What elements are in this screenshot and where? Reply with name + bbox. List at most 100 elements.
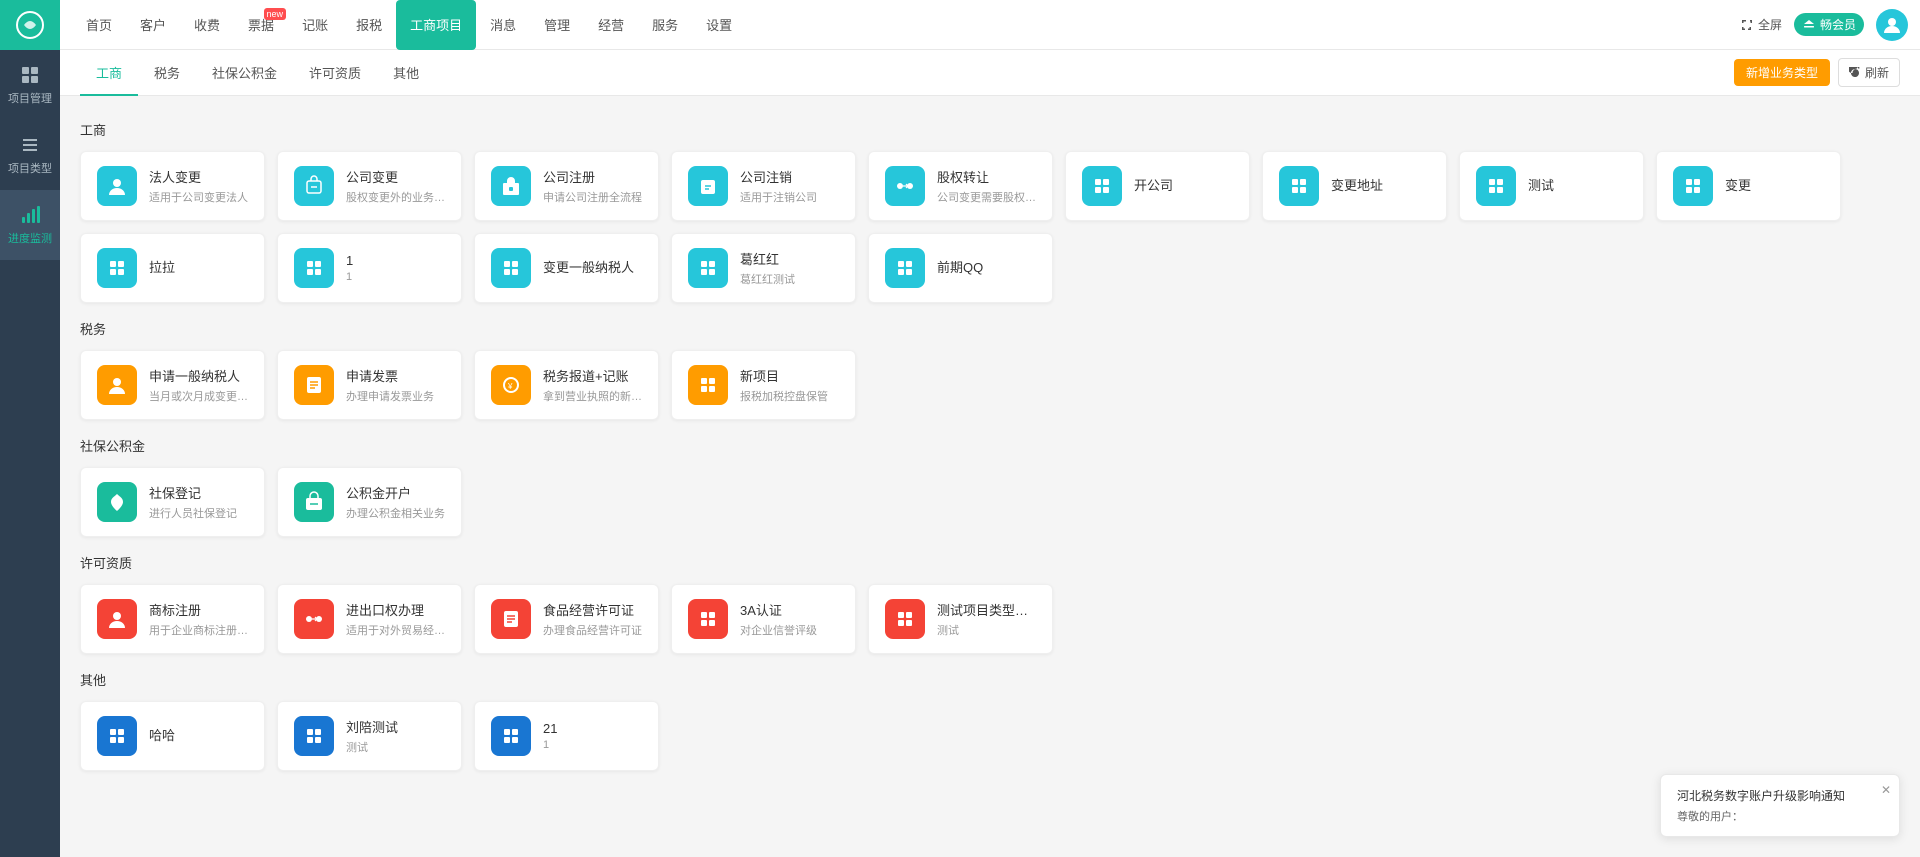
tab-shuiwu[interactable]: 税务 xyxy=(138,50,196,96)
card-title-change: 变更 xyxy=(1725,175,1824,194)
tab-bar: 工商 税务 社保公积金 许可资质 其他 新增业务类型 刷新 xyxy=(60,50,1920,96)
card-ge-honghong[interactable]: 葛红红 葛红红测试 xyxy=(671,233,856,303)
sidebar-item-progress-monitor[interactable]: 进度监测 xyxy=(0,190,60,260)
top-navigation: 首页 客户 收费 票据 new 记账 报税 工商项目 消息 管理 经营 服务 设… xyxy=(60,0,1920,50)
card-change-address[interactable]: 变更地址 xyxy=(1262,151,1447,221)
card-desc-food-license: 办理食品经营许可证 xyxy=(543,622,642,638)
card-icon-new-project xyxy=(688,365,728,405)
nav-home[interactable]: 首页 xyxy=(72,0,126,50)
card-icon-ge-honghong xyxy=(688,248,728,288)
content-area: 工商 税务 社保公积金 许可资质 其他 新增业务类型 刷新 工商 xyxy=(60,50,1920,857)
card-icon-legal-change xyxy=(97,166,137,206)
nav-settings[interactable]: 设置 xyxy=(692,0,746,50)
card-desc-apply-tax: 当月或次月成变更完成 xyxy=(149,388,248,404)
card-liupei-test[interactable]: 刘陪测试 测试 xyxy=(277,701,462,771)
card-title-company-cancel: 公司注销 xyxy=(740,167,839,186)
svg-text:¥: ¥ xyxy=(507,382,513,391)
card-title-twenty-one: 21 xyxy=(543,721,642,736)
tab-qita[interactable]: 其他 xyxy=(377,50,435,96)
nav-message[interactable]: 消息 xyxy=(476,0,530,50)
card-icon-apply-tax xyxy=(97,365,137,405)
card-import-export[interactable]: 进出口权办理 适用于对外贸易经营者 xyxy=(277,584,462,654)
card-test[interactable]: 测试 xyxy=(1459,151,1644,221)
refresh-button[interactable]: 刷新 xyxy=(1838,58,1900,87)
card-title-company-change: 公司变更 xyxy=(346,167,445,186)
nav-accounting[interactable]: 记账 xyxy=(288,0,342,50)
new-type-button[interactable]: 新增业务类型 xyxy=(1734,59,1830,86)
card-legal-change[interactable]: 法人变更 适用于公司变更法人 xyxy=(80,151,265,221)
card-social-register[interactable]: 社保登记 进行人员社保登记 xyxy=(80,467,265,537)
tab-actions: 新增业务类型 刷新 xyxy=(1734,58,1900,87)
card-company-register[interactable]: 公司注册 申请公司注册全流程 xyxy=(474,151,659,221)
card-desc-fund-open: 办理公积金相关业务 xyxy=(346,505,445,521)
card-test-type[interactable]: 测试项目类型自定义 测试 xyxy=(868,584,1053,654)
card-new-project[interactable]: 新项目 报税加税控盘保管 xyxy=(671,350,856,420)
card-one[interactable]: 1 1 xyxy=(277,233,462,303)
card-desc-one: 1 xyxy=(346,271,445,283)
nav-business[interactable]: 工商项目 xyxy=(396,0,476,50)
section-title-shuiwu: 税务 xyxy=(80,319,1900,338)
card-title-lala: 拉拉 xyxy=(149,257,248,276)
card-title-apply-invoice: 申请发票 xyxy=(346,366,445,385)
notification-close-button[interactable]: ✕ xyxy=(1881,783,1891,797)
card-title-tax-report: 税务报道+记账 xyxy=(543,366,642,385)
card-desc-company-cancel: 适用于注销公司 xyxy=(740,189,839,205)
card-title-open-company: 开公司 xyxy=(1134,175,1233,194)
card-change-tax[interactable]: 变更一般纳税人 xyxy=(474,233,659,303)
topnav-right: 全屏 畅会员 xyxy=(1740,9,1908,41)
card-haha[interactable]: 哈哈 xyxy=(80,701,265,771)
card-apply-invoice[interactable]: 申请发票 办理申请发票业务 xyxy=(277,350,462,420)
card-title-previous-qq: 前期QQ xyxy=(937,257,1036,276)
fullscreen-button[interactable]: 全屏 xyxy=(1740,16,1782,33)
nav-billing[interactable]: 收费 xyxy=(180,0,234,50)
card-icon-change-address xyxy=(1279,166,1319,206)
card-lala[interactable]: 拉拉 xyxy=(80,233,265,303)
card-desc-apply-invoice: 办理申请发票业务 xyxy=(346,388,445,404)
user-avatar[interactable] xyxy=(1876,9,1908,41)
card-icon-change xyxy=(1673,166,1713,206)
nav-invoice[interactable]: 票据 new xyxy=(234,0,288,50)
card-icon-haha xyxy=(97,716,137,756)
scroll-content: 工商 法人变更 适用于公司变更法人 xyxy=(60,96,1920,857)
card-food-license[interactable]: 食品经营许可证 办理食品经营许可证 xyxy=(474,584,659,654)
section-title-shebao: 社保公积金 xyxy=(80,436,1900,455)
card-company-cancel[interactable]: 公司注销 适用于注销公司 xyxy=(671,151,856,221)
card-desc-trademark: 用于企业商标注册服务 xyxy=(149,622,248,638)
notification-panel: ✕ 河北税务数字账户升级影响通知 尊敬的用户： xyxy=(1660,774,1900,837)
card-icon-test xyxy=(1476,166,1516,206)
member-button[interactable]: 畅会员 xyxy=(1794,13,1864,36)
cards-grid-xuke: 商标注册 用于企业商标注册服务 进出口权办理 适用于对外贸易经营者 xyxy=(80,584,1900,654)
tab-xuke[interactable]: 许可资质 xyxy=(293,50,377,96)
card-3a-cert[interactable]: 3A认证 对企业信誉评级 xyxy=(671,584,856,654)
card-desc-legal-change: 适用于公司变更法人 xyxy=(149,189,248,205)
card-change[interactable]: 变更 xyxy=(1656,151,1841,221)
tab-gongshang[interactable]: 工商 xyxy=(80,50,138,96)
cards-grid-shuiwu: 申请一般纳税人 当月或次月成变更完成 申请发票 办理申请发票业务 ¥ xyxy=(80,350,1900,420)
tab-shebao[interactable]: 社保公积金 xyxy=(196,50,293,96)
card-title-liupei-test: 刘陪测试 xyxy=(346,717,445,736)
nav-service[interactable]: 服务 xyxy=(638,0,692,50)
card-company-change[interactable]: 公司变更 股权变更外的业务变更 xyxy=(277,151,462,221)
sidebar-item-project-type[interactable]: 项目类型 xyxy=(0,120,60,190)
card-title-fund-open: 公积金开户 xyxy=(346,483,445,502)
project-type-icon xyxy=(19,134,41,156)
card-open-company[interactable]: 开公司 xyxy=(1065,151,1250,221)
card-previous-qq[interactable]: 前期QQ xyxy=(868,233,1053,303)
nav-tax[interactable]: 报税 xyxy=(342,0,396,50)
nav-manage[interactable]: 管理 xyxy=(530,0,584,50)
main-wrapper: 首页 客户 收费 票据 new 记账 报税 工商项目 消息 管理 经营 服务 设… xyxy=(60,0,1920,857)
card-desc-ge-honghong: 葛红红测试 xyxy=(740,271,839,287)
cards-grid-gongshang: 法人变更 适用于公司变更法人 公司变更 股权变更外的业务变更 xyxy=(80,151,1900,303)
card-title-haha: 哈哈 xyxy=(149,725,248,744)
card-twenty-one[interactable]: 21 1 xyxy=(474,701,659,771)
card-tax-report[interactable]: ¥ 税务报道+记账 拿到营业执照的新公司 xyxy=(474,350,659,420)
card-icon-liupei-test xyxy=(294,716,334,756)
project-manage-icon xyxy=(19,64,41,86)
card-equity-transfer[interactable]: 股权转让 公司变更需要股权转让 xyxy=(868,151,1053,221)
nav-customer[interactable]: 客户 xyxy=(126,0,180,50)
card-trademark[interactable]: 商标注册 用于企业商标注册服务 xyxy=(80,584,265,654)
sidebar-item-project-manage[interactable]: 项目管理 xyxy=(0,50,60,120)
nav-operate[interactable]: 经营 xyxy=(584,0,638,50)
card-fund-open[interactable]: 公积金开户 办理公积金相关业务 xyxy=(277,467,462,537)
card-apply-tax[interactable]: 申请一般纳税人 当月或次月成变更完成 xyxy=(80,350,265,420)
